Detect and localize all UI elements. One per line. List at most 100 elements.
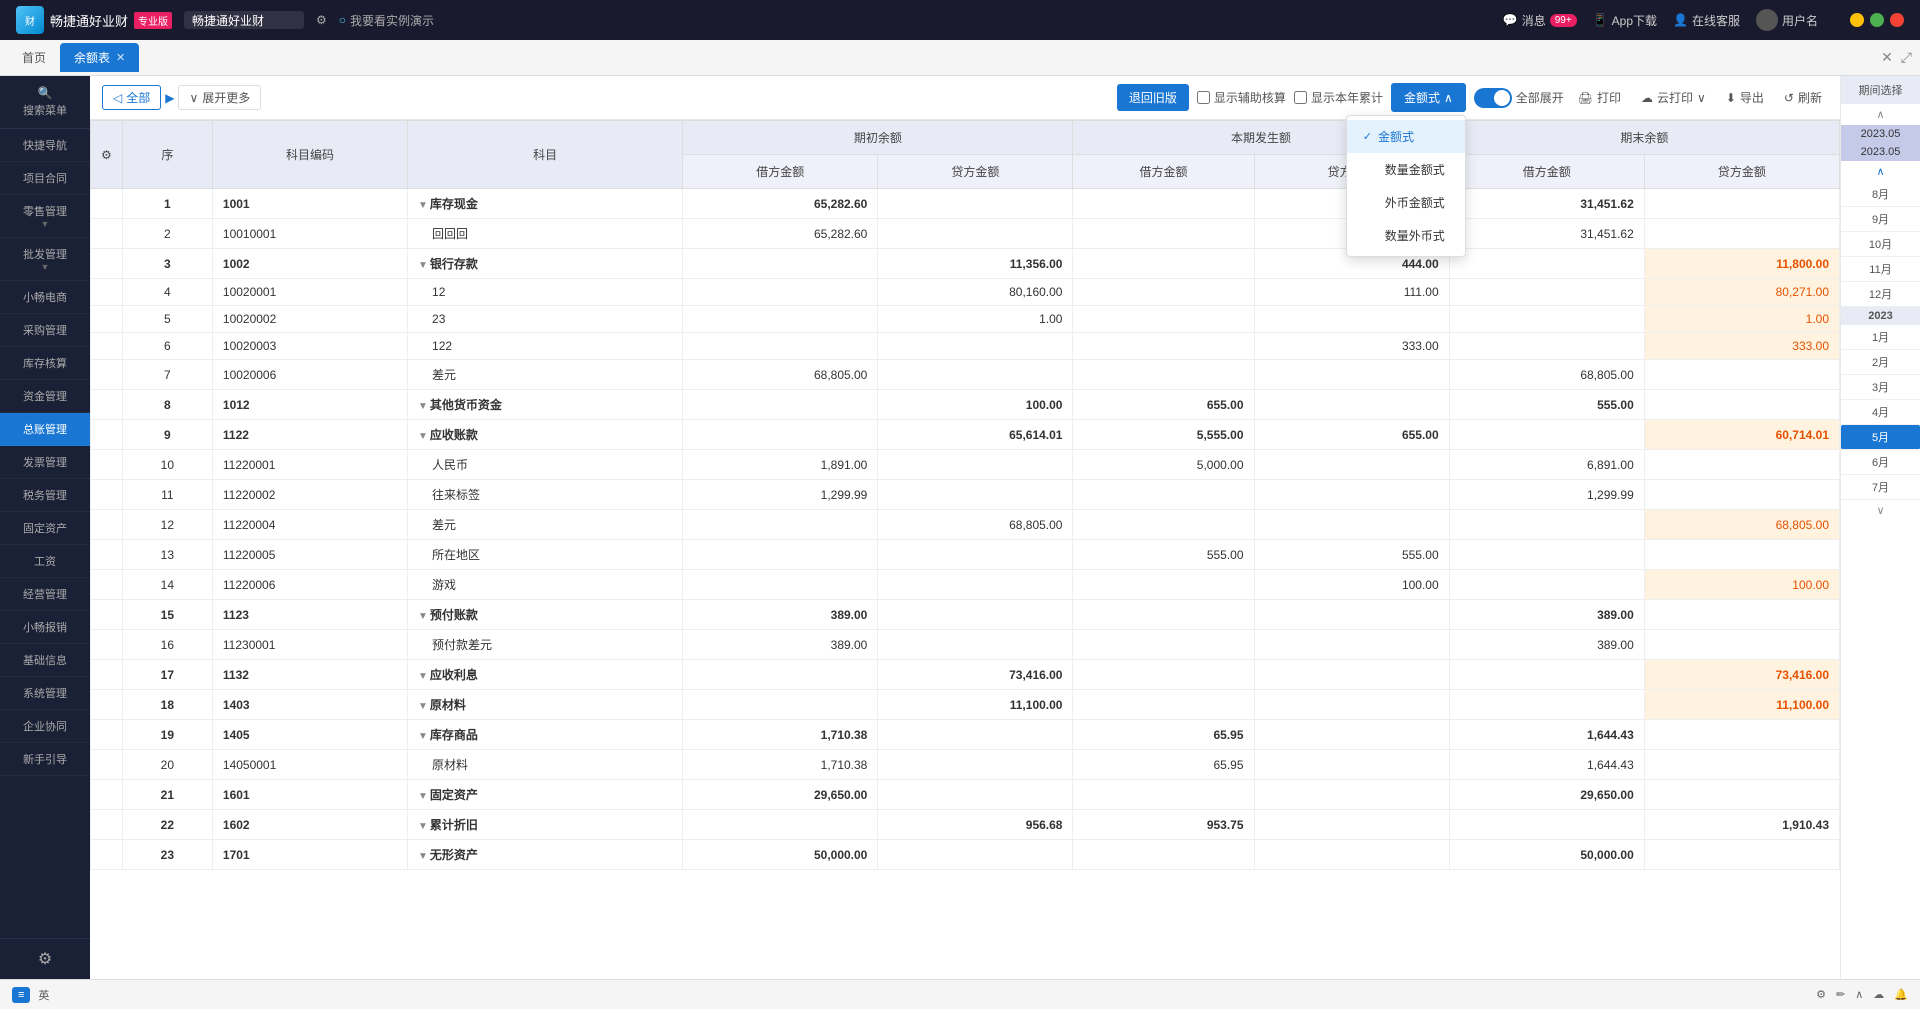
table-container[interactable]: ⚙ 序 科目编码 科目 期初余额 本期发生额 期末余额 借方金额 贷方金额 借方… bbox=[90, 120, 1840, 979]
table-row[interactable]: 9 1122 ▼应收账款 65,614.01 5,555.00 655.00 6… bbox=[91, 420, 1840, 450]
row-subject[interactable]: ▼库存商品 bbox=[408, 720, 683, 750]
sidebar-item-16[interactable]: 基础信息 bbox=[0, 644, 90, 677]
expand-row-icon[interactable]: ▼ bbox=[418, 821, 428, 832]
row-code[interactable]: 11230001 bbox=[212, 630, 407, 660]
status-cloud-icon[interactable]: ∧ bbox=[1855, 988, 1863, 1001]
row-code[interactable]: 10020002 bbox=[212, 306, 407, 333]
row-subject[interactable]: 回回回 bbox=[408, 219, 683, 249]
show-ytd-checkbox[interactable]: 显示本年累计 bbox=[1294, 89, 1383, 106]
row-code[interactable]: 11220005 bbox=[212, 540, 407, 570]
tab-close-icon[interactable]: ✕ bbox=[116, 51, 125, 64]
row-code[interactable]: 1002 bbox=[212, 249, 407, 279]
all-btn[interactable]: ◁ 全部 bbox=[102, 85, 161, 110]
date-month-8[interactable]: 3月 bbox=[1841, 375, 1920, 400]
row-subject[interactable]: 所在地区 bbox=[408, 540, 683, 570]
sidebar-item-5[interactable]: 小畅电商 bbox=[0, 281, 90, 314]
table-row[interactable]: 3 1002 ▼银行存款 11,356.00 444.00 11,800.00 bbox=[91, 249, 1840, 279]
row-subject[interactable]: 预付款差元 bbox=[408, 630, 683, 660]
row-subject[interactable]: ▼固定资产 bbox=[408, 780, 683, 810]
row-code[interactable]: 1601 bbox=[212, 780, 407, 810]
row-code[interactable]: 11220002 bbox=[212, 480, 407, 510]
row-code[interactable]: 1122 bbox=[212, 420, 407, 450]
refresh-btn[interactable]: ↺ 刷新 bbox=[1778, 85, 1828, 110]
expand-row-icon[interactable]: ▼ bbox=[418, 791, 428, 802]
table-row[interactable]: 23 1701 ▼无形资产 50,000.00 50,000.00 bbox=[91, 840, 1840, 870]
row-subject[interactable]: 122 bbox=[408, 333, 683, 360]
date-collapse-icon[interactable]: ∧ bbox=[1841, 161, 1920, 182]
table-row[interactable]: 22 1602 ▼累计折旧 956.68 953.75 1,910.43 bbox=[91, 810, 1840, 840]
row-code[interactable]: 10020001 bbox=[212, 279, 407, 306]
table-row[interactable]: 2 10010001 回回回 65,282.60 33,830.98 31,45… bbox=[91, 219, 1840, 249]
row-subject[interactable]: ▼应收账款 bbox=[408, 420, 683, 450]
row-subject[interactable]: ▼其他货币资金 bbox=[408, 390, 683, 420]
date-month-10[interactable]: 5月 bbox=[1841, 425, 1920, 450]
date-month-6[interactable]: 1月 bbox=[1841, 325, 1920, 350]
dropdown-item-3[interactable]: 数量外币式 bbox=[1347, 219, 1465, 252]
row-code[interactable]: 10010001 bbox=[212, 219, 407, 249]
sidebar-item-6[interactable]: 采购管理 bbox=[0, 314, 90, 347]
table-row[interactable]: 8 1012 ▼其他货币资金 100.00 655.00 555.00 bbox=[91, 390, 1840, 420]
sidebar-item-9[interactable]: 总账管理 bbox=[0, 413, 90, 446]
dropdown-item-0[interactable]: ✓金额式 bbox=[1347, 120, 1465, 153]
table-row[interactable]: 14 11220006 游戏 100.00 100.00 bbox=[91, 570, 1840, 600]
table-row[interactable]: 11 11220002 往来标签 1,299.99 1,299.99 bbox=[91, 480, 1840, 510]
row-subject[interactable]: 游戏 bbox=[408, 570, 683, 600]
row-code[interactable]: 1123 bbox=[212, 600, 407, 630]
toggle-bg[interactable] bbox=[1474, 88, 1512, 108]
row-subject[interactable]: 差元 bbox=[408, 360, 683, 390]
expand-row-icon[interactable]: ▼ bbox=[418, 401, 428, 412]
status-settings-icon[interactable]: ⚙ bbox=[1816, 988, 1826, 1001]
sidebar-item-3[interactable]: 零售管理▼ bbox=[0, 195, 90, 238]
tab-expand-icon[interactable]: ⤢ bbox=[1901, 49, 1912, 66]
table-row[interactable]: 19 1405 ▼库存商品 1,710.38 65.95 1,644.43 bbox=[91, 720, 1840, 750]
expand-all-toggle[interactable]: 全部展开 bbox=[1474, 88, 1564, 108]
row-subject[interactable]: ▼累计折旧 bbox=[408, 810, 683, 840]
row-code[interactable]: 1403 bbox=[212, 690, 407, 720]
year-2023-05[interactable]: 2023.05 bbox=[1841, 125, 1920, 143]
tab-balance-sheet[interactable]: 余额表 ✕ bbox=[60, 43, 139, 72]
show-aux-input[interactable] bbox=[1197, 91, 1210, 104]
date-month-11[interactable]: 6月 bbox=[1841, 450, 1920, 475]
expand-row-icon[interactable]: ▼ bbox=[418, 731, 428, 742]
row-code[interactable]: 1012 bbox=[212, 390, 407, 420]
date-month-9[interactable]: 4月 bbox=[1841, 400, 1920, 425]
export-btn[interactable]: ⬇ 导出 bbox=[1720, 85, 1770, 110]
row-code[interactable]: 11220004 bbox=[212, 510, 407, 540]
date-month-0[interactable]: 8月 bbox=[1841, 182, 1920, 207]
table-row[interactable]: 15 1123 ▼预付账款 389.00 389.00 bbox=[91, 600, 1840, 630]
table-row[interactable]: 12 11220004 差元 68,805.00 68,805.00 bbox=[91, 510, 1840, 540]
date-month-2[interactable]: 10月 bbox=[1841, 232, 1920, 257]
table-row[interactable]: 6 10020003 122 333.00 333.00 bbox=[91, 333, 1840, 360]
row-subject[interactable]: 往来标签 bbox=[408, 480, 683, 510]
status-cloud2-icon[interactable]: ☁ bbox=[1873, 988, 1884, 1001]
table-row[interactable]: 4 10020001 12 80,160.00 111.00 80,271.00 bbox=[91, 279, 1840, 306]
status-edit-icon[interactable]: ✏ bbox=[1836, 988, 1845, 1001]
title-input[interactable] bbox=[184, 11, 304, 29]
row-code[interactable]: 10020006 bbox=[212, 360, 407, 390]
table-row[interactable]: 13 11220005 所在地区 555.00 555.00 bbox=[91, 540, 1840, 570]
col-settings[interactable]: ⚙ bbox=[91, 121, 123, 189]
user-btn[interactable]: 用户名 bbox=[1756, 9, 1818, 31]
row-subject[interactable]: 差元 bbox=[408, 510, 683, 540]
sidebar-item-2[interactable]: 项目合同 bbox=[0, 162, 90, 195]
expand-row-icon[interactable]: ▼ bbox=[418, 851, 428, 862]
settings-icon[interactable]: ⚙ bbox=[38, 951, 52, 968]
table-row[interactable]: 16 11230001 预付款差元 389.00 389.00 bbox=[91, 630, 1840, 660]
date-more-icon[interactable]: ∨ bbox=[1841, 500, 1920, 521]
row-code[interactable]: 1405 bbox=[212, 720, 407, 750]
show-ytd-input[interactable] bbox=[1294, 91, 1307, 104]
row-subject[interactable]: 人民币 bbox=[408, 450, 683, 480]
table-row[interactable]: 18 1403 ▼原材料 11,100.00 11,100.00 bbox=[91, 690, 1840, 720]
expand-more-btn[interactable]: ∨ 展开更多 bbox=[178, 85, 261, 110]
row-code[interactable]: 1602 bbox=[212, 810, 407, 840]
print-btn[interactable]: 🖨 打印 bbox=[1572, 85, 1627, 110]
sidebar-item-8[interactable]: 资金管理 bbox=[0, 380, 90, 413]
show-aux-checkbox[interactable]: 显示辅助核算 bbox=[1197, 89, 1286, 106]
sidebar-item-10[interactable]: 发票管理 bbox=[0, 446, 90, 479]
table-row[interactable]: 17 1132 ▼应收利息 73,416.00 73,416.00 bbox=[91, 660, 1840, 690]
row-subject[interactable]: 12 bbox=[408, 279, 683, 306]
message-btn[interactable]: 💬 消息 99+ bbox=[1503, 12, 1577, 29]
sidebar-item-18[interactable]: 企业协同 bbox=[0, 710, 90, 743]
expand-row-icon[interactable]: ▼ bbox=[418, 701, 428, 712]
minimize-btn[interactable] bbox=[1850, 13, 1864, 27]
